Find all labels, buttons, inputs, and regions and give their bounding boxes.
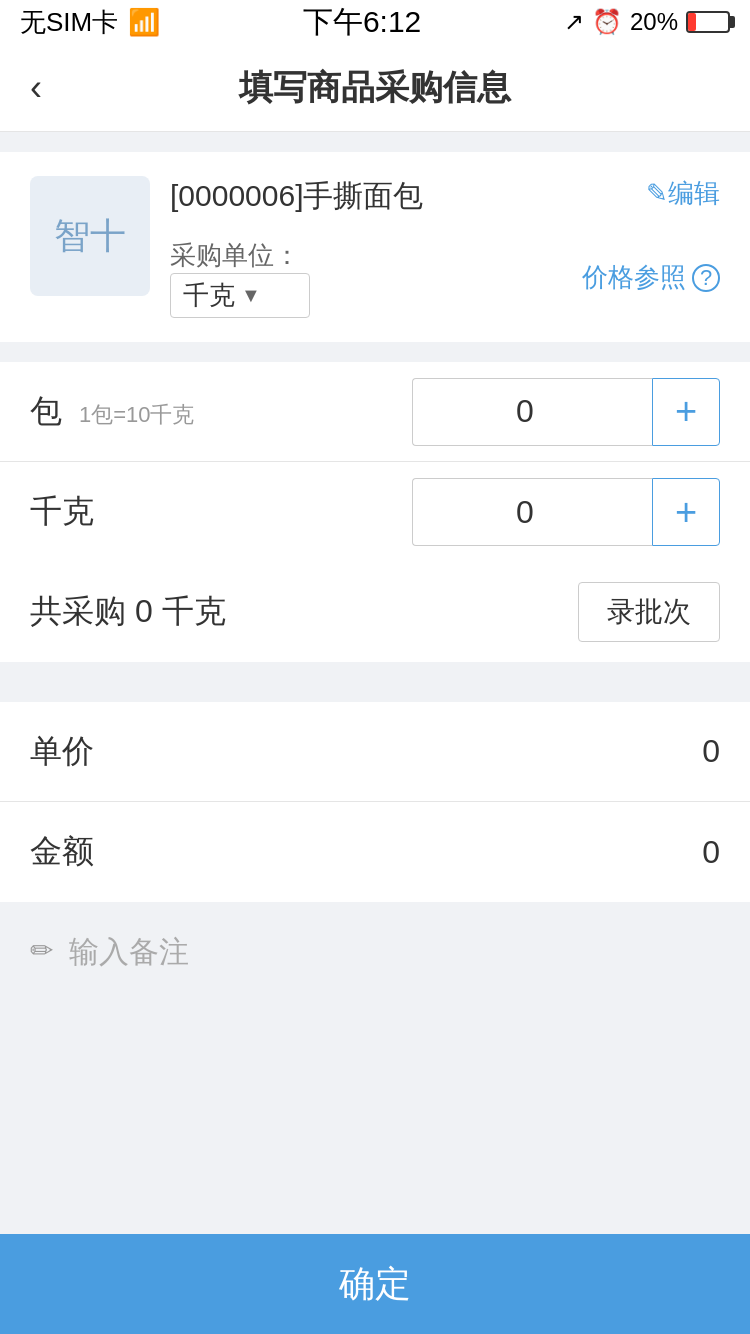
help-icon: ?	[692, 264, 720, 292]
note-icon: ✏	[30, 934, 53, 967]
wifi-icon: 📶	[128, 7, 160, 38]
battery-icon	[686, 11, 730, 33]
edit-button[interactable]: ✎编辑	[646, 176, 720, 211]
page-title: 填写商品采购信息	[239, 65, 511, 111]
alarm-icon: ⏰	[592, 8, 622, 36]
battery-fill	[688, 13, 696, 31]
product-name: [0000006]手撕面包	[170, 176, 423, 217]
unit-price-label: 单价	[30, 730, 94, 774]
kg-input-row: 千克 +	[0, 462, 750, 562]
bao-input[interactable]	[412, 378, 652, 446]
product-header: [0000006]手撕面包 ✎编辑	[170, 176, 720, 217]
summary-unit: 千克	[162, 593, 226, 629]
bao-input-section: 包 1包=10千克 + 千克 +	[0, 362, 750, 562]
amount-label: 金额	[30, 830, 94, 874]
bao-input-right: +	[412, 378, 720, 446]
bao-label-group: 包 1包=10千克	[30, 390, 412, 434]
status-right: ↗ ⏰ 20%	[564, 8, 730, 36]
kg-label: 千克	[30, 490, 412, 534]
note-placeholder: 输入备注	[69, 932, 189, 973]
note-section[interactable]: ✏ 输入备注	[0, 902, 750, 1022]
summary-text: 共采购 0 千克	[30, 590, 226, 634]
summary-prefix: 共采购	[30, 593, 126, 629]
product-image: 智十	[30, 176, 150, 296]
dropdown-arrow: ▼	[241, 284, 261, 307]
summary-qty-space	[153, 593, 162, 629]
bao-input-row: 包 1包=10千克 +	[0, 362, 750, 462]
summary-row: 共采购 0 千克 录批次	[0, 562, 750, 662]
unit-price-value: 0	[702, 733, 720, 770]
amount-row: 金额 0	[0, 802, 750, 902]
unit-value: 千克	[183, 278, 235, 313]
location-icon: ↗	[564, 8, 584, 36]
bao-plus-button[interactable]: +	[652, 378, 720, 446]
price-ref-button[interactable]: 价格参照 ?	[582, 260, 720, 295]
pricing-section: 单价 0 金额 0	[0, 702, 750, 902]
confirm-button[interactable]: 确定	[0, 1234, 750, 1334]
amount-value: 0	[702, 834, 720, 871]
status-bar: 无SIM卡 📶 下午6:12 ↗ ⏰ 20%	[0, 0, 750, 44]
product-logo-text: 智十	[54, 212, 126, 261]
product-info: [0000006]手撕面包 ✎编辑 采购单位： 千克 ▼ 价格参照 ?	[170, 176, 720, 318]
bao-label: 包	[30, 393, 62, 429]
carrier-label: 无SIM卡	[20, 5, 118, 40]
bao-sub-label: 1包=10千克	[79, 402, 195, 427]
batch-button[interactable]: 录批次	[578, 582, 720, 642]
unit-price-row: 单价 0	[0, 702, 750, 802]
section-divider-2	[0, 662, 750, 682]
unit-selector-row: 采购单位： 千克 ▼	[170, 237, 310, 318]
status-time: 下午6:12	[303, 2, 421, 43]
kg-input[interactable]	[412, 478, 652, 546]
product-unit-row: 采购单位： 千克 ▼ 价格参照 ?	[170, 237, 720, 318]
product-card: 智十 [0000006]手撕面包 ✎编辑 采购单位： 千克 ▼ 价格参照 ?	[0, 152, 750, 342]
kg-input-right: +	[412, 478, 720, 546]
back-button[interactable]: ‹	[30, 67, 42, 109]
section-divider-1	[0, 342, 750, 362]
battery-percent: 20%	[630, 8, 678, 36]
nav-bar: ‹ 填写商品采购信息	[0, 44, 750, 132]
status-left: 无SIM卡 📶	[20, 5, 160, 40]
kg-plus-button[interactable]: +	[652, 478, 720, 546]
unit-select[interactable]: 千克 ▼	[170, 273, 310, 318]
summary-qty-value: 0	[135, 593, 153, 629]
price-ref-label: 价格参照	[582, 260, 686, 295]
unit-label: 采购单位：	[170, 240, 300, 270]
